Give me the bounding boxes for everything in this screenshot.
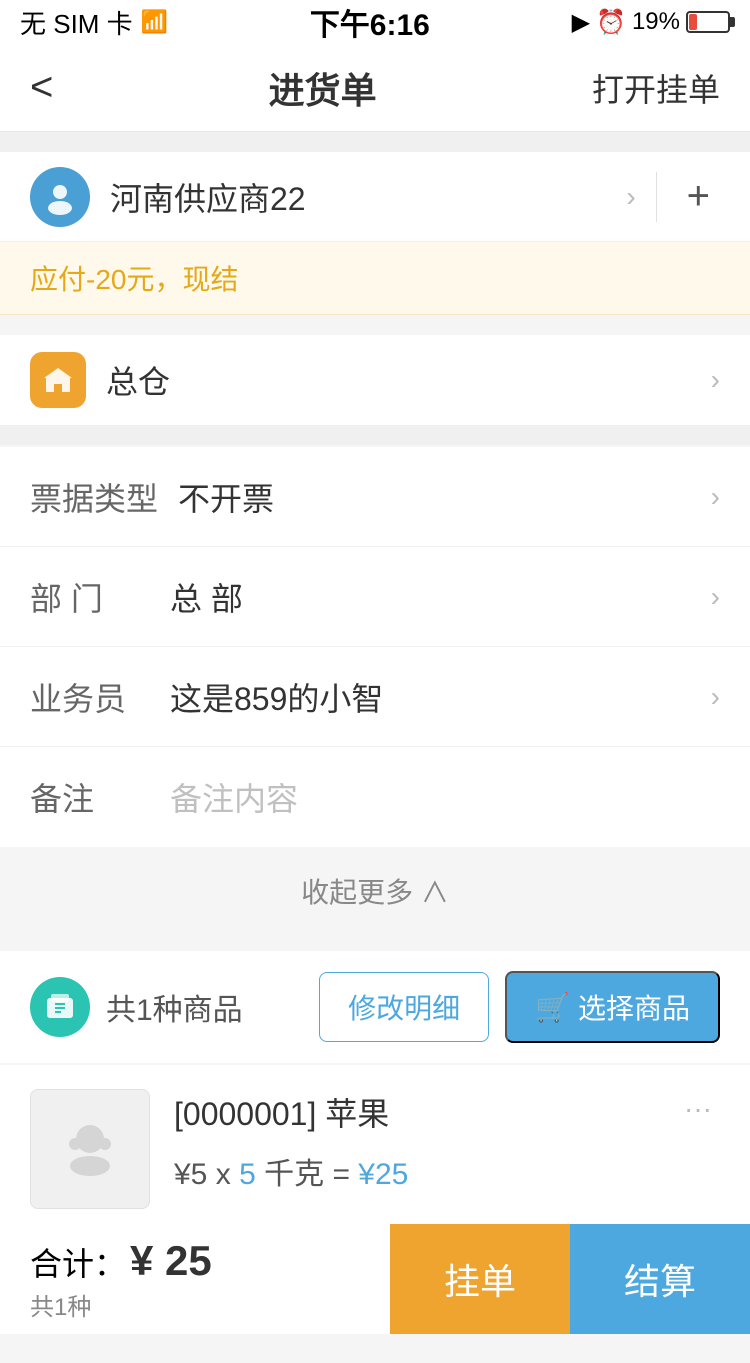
salesperson-label: 业务员	[30, 674, 150, 720]
ticket-type-chevron-icon: ›	[711, 481, 720, 513]
page-title: 进货单	[269, 62, 377, 114]
product-code: [0000001]	[174, 1096, 316, 1132]
select-product-button[interactable]: 🛒 选择商品	[505, 971, 720, 1043]
supplier-avatar	[30, 167, 90, 227]
total-count: 共1种	[30, 1287, 360, 1322]
battery-text: 19%	[632, 8, 680, 36]
status-right: ▶ ⏰ 19%	[572, 8, 730, 37]
product-more-button[interactable]: ···	[676, 1089, 720, 1129]
total-amount: ¥ 25	[130, 1237, 212, 1285]
warehouse-row[interactable]: 总仓 ›	[0, 335, 750, 425]
product-title-name: 苹果	[325, 1096, 389, 1132]
warehouse-name: 总仓	[106, 357, 711, 403]
department-row[interactable]: 部 门 总 部 ›	[0, 547, 750, 647]
supplier-row[interactable]: 河南供应商22 › +	[0, 152, 750, 242]
salesperson-value: 这是859的小智	[150, 674, 711, 720]
warehouse-icon	[30, 352, 86, 408]
department-value: 总 部	[150, 574, 711, 620]
location-icon: ▶	[572, 8, 590, 37]
product-count-label: 共1种商品	[106, 985, 303, 1029]
open-hold-button[interactable]: 打开挂单	[592, 65, 720, 111]
remark-label: 备注	[30, 774, 150, 820]
total-area: 合计： ¥ 25 共1种	[0, 1224, 390, 1334]
product-header: 共1种商品 修改明细 🛒 选择商品	[0, 951, 750, 1063]
battery-icon	[686, 11, 730, 33]
warehouse-chevron-icon: ›	[711, 364, 720, 396]
collapse-button[interactable]: 收起更多 ∧	[0, 847, 750, 935]
select-product-label: 选择商品	[578, 987, 690, 1027]
supplier-chevron-icon: ›	[626, 181, 635, 213]
product-card: [0000001] 苹果 ¥5 x 5 千克 = ¥25 ···	[0, 1065, 750, 1233]
form-section: 票据类型 不开票 › 部 门 总 部 › 业务员 这是859的小智 › 备注 备…	[0, 447, 750, 847]
ticket-type-row[interactable]: 票据类型 不开票 ›	[0, 447, 750, 547]
quantity-value: 5	[239, 1158, 256, 1191]
vertical-divider	[656, 172, 657, 222]
top-divider	[0, 132, 750, 152]
equals-sign: =	[332, 1158, 358, 1191]
ticket-type-value: 不开票	[158, 474, 711, 520]
total-label: 合计：	[30, 1239, 126, 1285]
multiply-icon: x	[216, 1158, 239, 1191]
unit-label: 千克	[264, 1158, 324, 1191]
notice-bar: 应付-20元，现结	[0, 242, 750, 315]
unit-price: ¥5	[174, 1158, 207, 1191]
edit-detail-button[interactable]: 修改明细	[319, 972, 489, 1042]
form-top-divider	[0, 425, 750, 445]
department-label: 部 门	[30, 574, 150, 620]
status-bar: 无 SIM 卡 📶 下午6:16 ▶ ⏰ 19%	[0, 0, 750, 44]
product-name: [0000001] 苹果	[174, 1089, 676, 1135]
wifi-icon: 📶	[141, 9, 168, 35]
hold-button[interactable]: 挂单	[390, 1224, 570, 1334]
product-icon	[30, 977, 90, 1037]
total-price: ¥25	[358, 1158, 408, 1191]
supplier-name: 河南供应商22	[110, 174, 626, 220]
status-time: 下午6:16	[310, 0, 430, 44]
product-info: [0000001] 苹果 ¥5 x 5 千克 = ¥25	[174, 1089, 676, 1193]
bottom-bar: 合计： ¥ 25 共1种 挂单 结算	[0, 1224, 750, 1334]
checkout-label: 结算	[624, 1253, 696, 1305]
remark-row[interactable]: 备注 备注内容	[0, 747, 750, 847]
hold-label: 挂单	[444, 1253, 516, 1305]
status-left: 无 SIM 卡 📶	[20, 4, 168, 41]
product-thumbnail	[30, 1089, 150, 1209]
department-chevron-icon: ›	[711, 581, 720, 613]
salesperson-row[interactable]: 业务员 这是859的小智 ›	[0, 647, 750, 747]
checkout-button[interactable]: 结算	[570, 1224, 750, 1334]
alarm-icon: ⏰	[596, 8, 626, 37]
remark-input[interactable]: 备注内容	[150, 774, 720, 820]
product-price-row: ¥5 x 5 千克 = ¥25	[174, 1149, 676, 1193]
ticket-type-label: 票据类型	[30, 474, 158, 520]
salesperson-chevron-icon: ›	[711, 681, 720, 713]
nav-bar: < 进货单 打开挂单	[0, 44, 750, 132]
add-supplier-button[interactable]: +	[677, 174, 720, 219]
carrier-text: 无 SIM 卡	[20, 4, 133, 41]
back-button[interactable]: <	[30, 65, 53, 110]
cart-icon: 🛒	[535, 991, 570, 1024]
